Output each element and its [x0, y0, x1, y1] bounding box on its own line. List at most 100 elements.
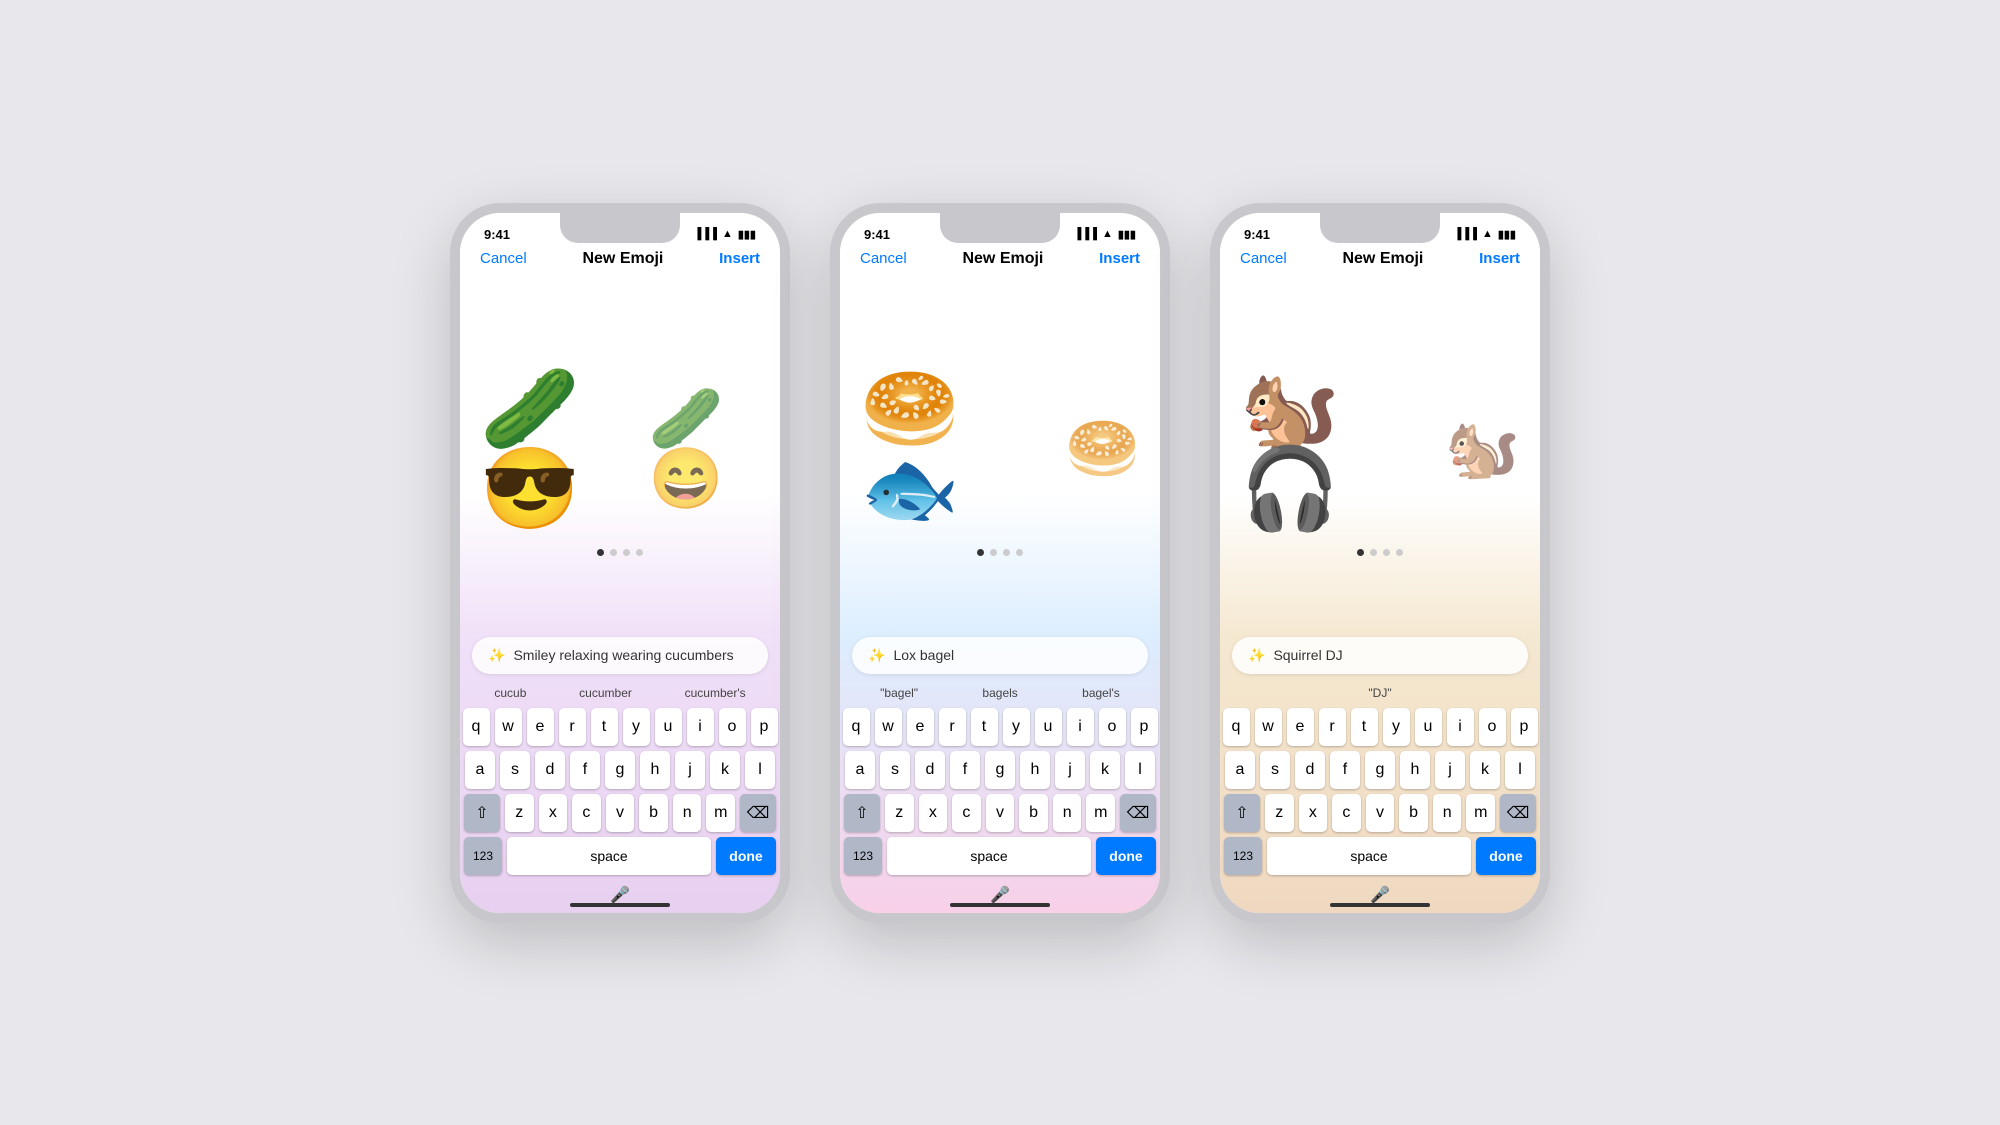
key-3-v[interactable]: v	[1366, 794, 1395, 832]
key-3-f[interactable]: f	[1330, 751, 1360, 789]
key-x[interactable]: x	[539, 794, 568, 832]
key-2-k[interactable]: k	[1090, 751, 1120, 789]
key-3-u[interactable]: u	[1415, 708, 1442, 746]
input-field-1[interactable]: ✨ Smiley relaxing wearing cucumbers	[472, 637, 768, 674]
key-i[interactable]: i	[687, 708, 714, 746]
key-2-j[interactable]: j	[1055, 751, 1085, 789]
key-3-x[interactable]: x	[1299, 794, 1328, 832]
space-key-1[interactable]: space	[507, 837, 711, 875]
key-3-k[interactable]: k	[1470, 751, 1500, 789]
key-2-m[interactable]: m	[1086, 794, 1115, 832]
key-3-n[interactable]: n	[1433, 794, 1462, 832]
key-h[interactable]: h	[640, 751, 670, 789]
autocomplete-2a[interactable]: "bagel"	[872, 684, 926, 702]
key-2-o[interactable]: o	[1099, 708, 1126, 746]
key-2-g[interactable]: g	[985, 751, 1015, 789]
key-f[interactable]: f	[570, 751, 600, 789]
space-key-3[interactable]: space	[1267, 837, 1471, 875]
key-3-e[interactable]: e	[1287, 708, 1314, 746]
key-g[interactable]: g	[605, 751, 635, 789]
key-3-p[interactable]: p	[1511, 708, 1538, 746]
key-w[interactable]: w	[495, 708, 522, 746]
key-3-h[interactable]: h	[1400, 751, 1430, 789]
key-2-d[interactable]: d	[915, 751, 945, 789]
key-r[interactable]: r	[559, 708, 586, 746]
done-key-3[interactable]: done	[1476, 837, 1536, 875]
mic-icon-2[interactable]: 🎤	[990, 885, 1010, 905]
key-o[interactable]: o	[719, 708, 746, 746]
shift-key-3[interactable]: ⇧	[1224, 794, 1260, 832]
key-v[interactable]: v	[606, 794, 635, 832]
cancel-button-2[interactable]: Cancel	[860, 250, 907, 267]
key-u[interactable]: u	[655, 708, 682, 746]
key-3-a[interactable]: a	[1225, 751, 1255, 789]
key-n[interactable]: n	[673, 794, 702, 832]
key-3-c[interactable]: c	[1332, 794, 1361, 832]
key-3-w[interactable]: w	[1255, 708, 1282, 746]
done-key-1[interactable]: done	[716, 837, 776, 875]
key-a[interactable]: a	[465, 751, 495, 789]
key-2-n[interactable]: n	[1053, 794, 1082, 832]
key-e[interactable]: e	[527, 708, 554, 746]
key-3-q[interactable]: q	[1223, 708, 1250, 746]
autocomplete-1a[interactable]: cucub	[486, 684, 534, 702]
insert-button-2[interactable]: Insert	[1099, 250, 1140, 267]
key-2-u[interactable]: u	[1035, 708, 1062, 746]
key-b[interactable]: b	[639, 794, 668, 832]
key-d[interactable]: d	[535, 751, 565, 789]
key-2-l[interactable]: l	[1125, 751, 1155, 789]
key-p[interactable]: p	[751, 708, 778, 746]
num-key-2[interactable]: 123	[844, 837, 882, 875]
cancel-button-1[interactable]: Cancel	[480, 250, 527, 267]
num-key-3[interactable]: 123	[1224, 837, 1262, 875]
key-2-q[interactable]: q	[843, 708, 870, 746]
delete-key-3[interactable]: ⌫	[1500, 794, 1536, 832]
done-key-2[interactable]: done	[1096, 837, 1156, 875]
key-2-t[interactable]: t	[971, 708, 998, 746]
delete-key-2[interactable]: ⌫	[1120, 794, 1156, 832]
key-2-s[interactable]: s	[880, 751, 910, 789]
key-3-z[interactable]: z	[1265, 794, 1294, 832]
num-key-1[interactable]: 123	[464, 837, 502, 875]
autocomplete-3a[interactable]: "DJ"	[1360, 684, 1399, 702]
key-s[interactable]: s	[500, 751, 530, 789]
key-3-d[interactable]: d	[1295, 751, 1325, 789]
key-3-b[interactable]: b	[1399, 794, 1428, 832]
autocomplete-2b[interactable]: bagels	[974, 684, 1025, 702]
key-2-x[interactable]: x	[919, 794, 948, 832]
emoji-secondary-1[interactable]: 🥒😄	[649, 389, 760, 509]
key-3-l[interactable]: l	[1505, 751, 1535, 789]
key-3-t[interactable]: t	[1351, 708, 1378, 746]
key-t[interactable]: t	[591, 708, 618, 746]
key-2-i[interactable]: i	[1067, 708, 1094, 746]
key-2-y[interactable]: y	[1003, 708, 1030, 746]
insert-button-3[interactable]: Insert	[1479, 250, 1520, 267]
key-2-a[interactable]: a	[845, 751, 875, 789]
key-3-s[interactable]: s	[1260, 751, 1290, 789]
key-y[interactable]: y	[623, 708, 650, 746]
key-3-o[interactable]: o	[1479, 708, 1506, 746]
key-q[interactable]: q	[463, 708, 490, 746]
delete-key-1[interactable]: ⌫	[740, 794, 776, 832]
key-2-w[interactable]: w	[875, 708, 902, 746]
space-key-2[interactable]: space	[887, 837, 1091, 875]
input-field-2[interactable]: ✨ Lox bagel	[852, 637, 1148, 674]
key-j[interactable]: j	[675, 751, 705, 789]
key-2-r[interactable]: r	[939, 708, 966, 746]
key-2-f[interactable]: f	[950, 751, 980, 789]
emoji-main-3[interactable]: 🐿️🎧	[1240, 369, 1425, 529]
key-2-b[interactable]: b	[1019, 794, 1048, 832]
emoji-main-1[interactable]: 🥒😎	[480, 369, 629, 529]
key-2-z[interactable]: z	[885, 794, 914, 832]
key-2-e[interactable]: e	[907, 708, 934, 746]
shift-key-1[interactable]: ⇧	[464, 794, 500, 832]
key-c[interactable]: c	[572, 794, 601, 832]
key-3-m[interactable]: m	[1466, 794, 1495, 832]
key-2-c[interactable]: c	[952, 794, 981, 832]
emoji-main-2[interactable]: 🥯🐟	[860, 369, 1045, 529]
key-3-g[interactable]: g	[1365, 751, 1395, 789]
cancel-button-3[interactable]: Cancel	[1240, 250, 1287, 267]
autocomplete-1b[interactable]: cucumber	[571, 684, 640, 702]
autocomplete-2c[interactable]: bagel's	[1074, 684, 1128, 702]
mic-icon-3[interactable]: 🎤	[1370, 885, 1390, 905]
